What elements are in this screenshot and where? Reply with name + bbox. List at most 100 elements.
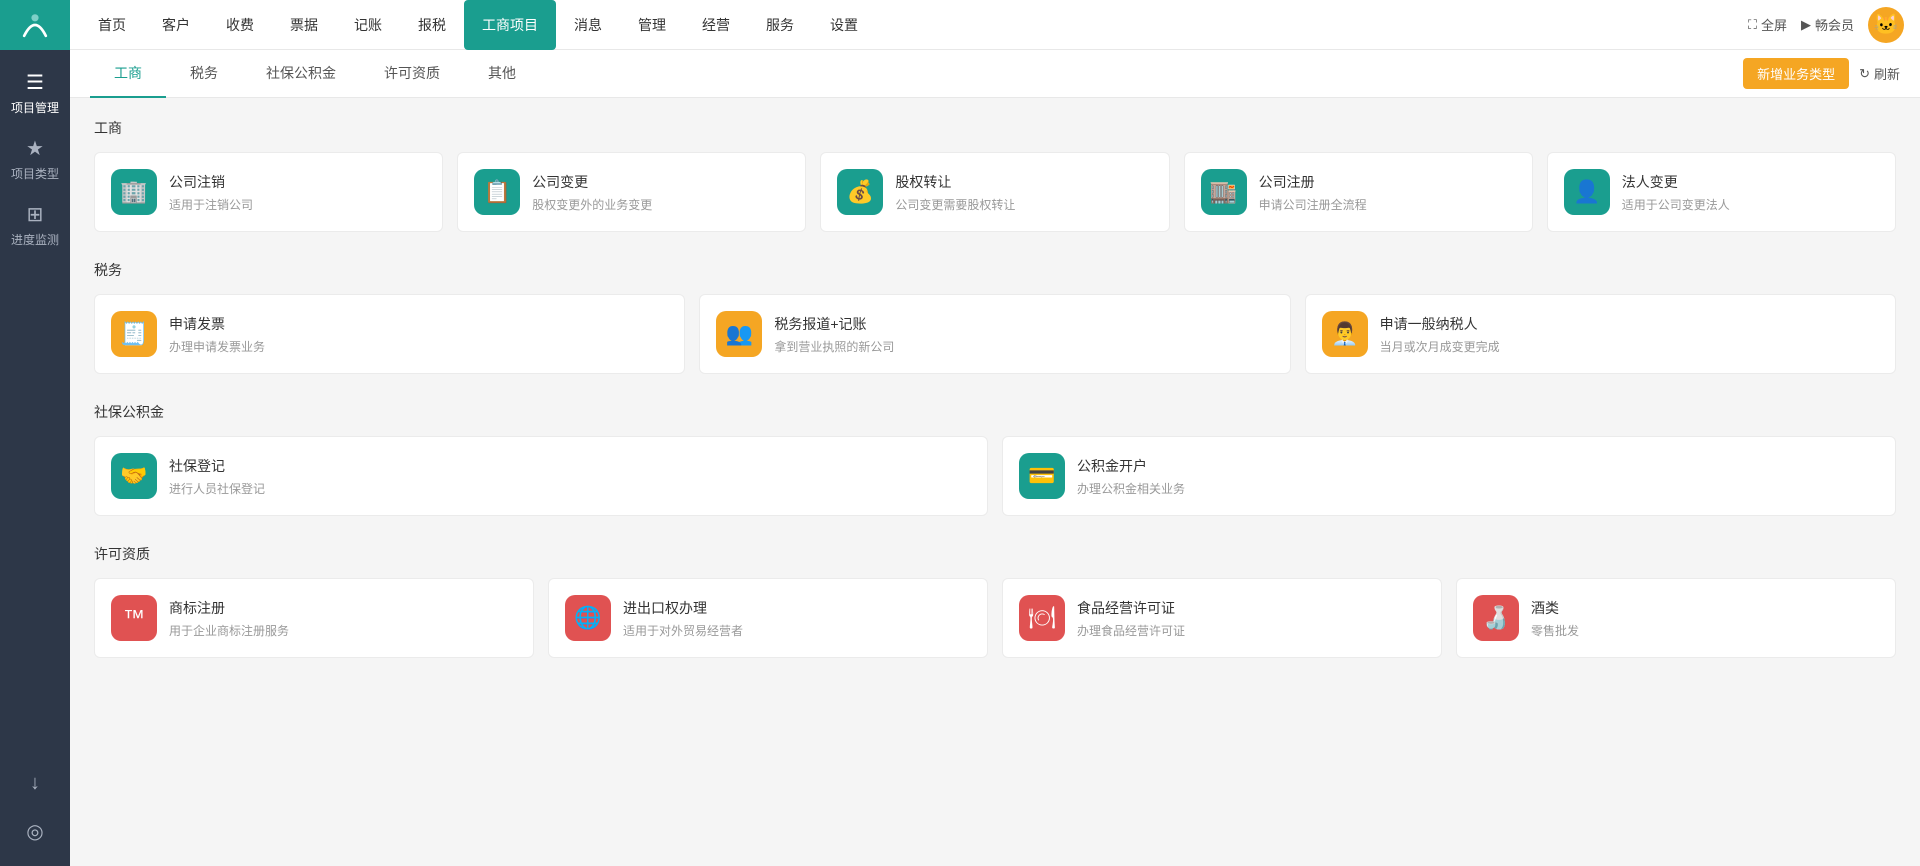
card-shuiwu-1[interactable]: 👥税务报道+记账拿到营业执照的新公司 <box>699 294 1290 374</box>
card-text-进出口权办理: 进出口权办理适用于对外贸易经营者 <box>623 598 743 639</box>
tab-item-工商[interactable]: 工商 <box>90 50 166 98</box>
card-icon-法人变更: 👤 <box>1564 169 1610 215</box>
cards-grid-xuke: ™ 商标注册用于企业商标注册服务 🌐 进出口权办理适用于对外贸易经营者 🍽食品经营许可证… <box>94 578 1896 658</box>
card-desc-股权转让: 公司变更需要股权转让 <box>895 196 1015 213</box>
card-gongshang-3[interactable]: 🏬公司注册申请公司注册全流程 <box>1184 152 1533 232</box>
card-icon-申请一般纳税人: 👨‍💼 <box>1322 311 1368 357</box>
add-business-type-button[interactable]: 新增业务类型 <box>1743 58 1849 89</box>
refresh-button[interactable]: ↻ 刷新 <box>1859 64 1900 83</box>
card-text-股权转让: 股权转让公司变更需要股权转让 <box>895 172 1015 213</box>
card-desc-公司变更: 股权变更外的业务变更 <box>532 196 652 213</box>
card-gongshang-2[interactable]: 💰股权转让公司变更需要股权转让 <box>820 152 1169 232</box>
card-title-商标注册: 商标注册 <box>169 598 289 618</box>
card-xuke-3[interactable]: 🍶 酒类零售批发 <box>1456 578 1896 658</box>
card-title-公司变更: 公司变更 <box>532 172 652 192</box>
sidebar-item-project-management[interactable]: ☰ 项目管理 <box>0 60 70 126</box>
sidebar-item-label-project-type: 项目类型 <box>11 165 59 182</box>
tab-item-社保公积金[interactable]: 社保公积金 <box>242 50 360 98</box>
refresh-icon: ↻ <box>1859 66 1870 82</box>
card-title-税务报道+记账: 税务报道+记账 <box>774 314 894 334</box>
nav-item-报税[interactable]: 报税 <box>400 0 464 50</box>
card-icon-社保登记: 🤝 <box>111 453 157 499</box>
tab-item-许可资质[interactable]: 许可资质 <box>360 50 464 98</box>
card-icon-公积金开户: 💳 <box>1019 453 1065 499</box>
cards-grid-shuiwu: 🧾 申请发票办理申请发票业务 👥税务报道+记账拿到营业执照的新公司 👨‍💼 申请一般纳税… <box>94 294 1896 374</box>
card-gongshang-4[interactable]: 👤 法人变更适用于公司变更法人 <box>1547 152 1896 232</box>
nav-item-设置[interactable]: 设置 <box>812 0 876 50</box>
card-icon-申请发票: 🧾 <box>111 311 157 357</box>
card-desc-公司注册: 申请公司注册全流程 <box>1259 196 1367 213</box>
card-desc-酒类: 零售批发 <box>1531 622 1579 639</box>
section-gongshang: 工商 🏢公司注销适用于注销公司📋公司变更股权变更外的业务变更💰股权转让公司变更需… <box>94 118 1896 232</box>
card-title-申请发票: 申请发票 <box>169 314 265 334</box>
card-shebao-0[interactable]: 🤝 社保登记进行人员社保登记 <box>94 436 988 516</box>
nav-item-客户[interactable]: 客户 <box>144 0 208 50</box>
card-title-食品经营许可证: 食品经营许可证 <box>1077 598 1185 618</box>
fullscreen-button[interactable]: ⛶ 全屏 <box>1748 15 1787 34</box>
card-title-酒类: 酒类 <box>1531 598 1579 618</box>
card-title-社保登记: 社保登记 <box>169 456 265 476</box>
card-text-申请发票: 申请发票办理申请发票业务 <box>169 314 265 355</box>
fullscreen-label: 全屏 <box>1761 15 1787 34</box>
nav-item-首页[interactable]: 首页 <box>80 0 144 50</box>
sidebar-item-label-project-management: 项目管理 <box>11 99 59 116</box>
card-shuiwu-2[interactable]: 👨‍💼申请一般纳税人当月或次月成变更完成 <box>1305 294 1896 374</box>
progress-monitor-icon: ⊞ <box>27 202 44 227</box>
logo <box>0 0 70 50</box>
card-desc-食品经营许可证: 办理食品经营许可证 <box>1077 622 1185 639</box>
card-icon-商标注册: ™ <box>111 595 157 641</box>
top-nav: 首页客户收费票据记账报税工商项目消息管理经营服务设置 ⛶ 全屏 ▶ 畅会员 🐱 <box>0 0 1920 50</box>
card-text-商标注册: 商标注册用于企业商标注册服务 <box>169 598 289 639</box>
cards-grid-shebao: 🤝 社保登记进行人员社保登记 💳 公积金开户办理公积金相关业务 <box>94 436 1896 516</box>
nav-item-记账[interactable]: 记账 <box>336 0 400 50</box>
sidebar-item-progress-monitor[interactable]: ⊞ 进度监测 <box>0 192 70 258</box>
card-icon-公司注销: 🏢 <box>111 169 157 215</box>
card-title-法人变更: 法人变更 <box>1622 172 1730 192</box>
card-icon-进出口权办理: 🌐 <box>565 595 611 641</box>
card-gongshang-0[interactable]: 🏢 公司注销适用于注销公司 <box>94 152 443 232</box>
tab-item-其他[interactable]: 其他 <box>464 50 540 98</box>
fullscreen-icon: ⛶ <box>1748 17 1757 33</box>
section-title-shuiwu: 税务 <box>94 260 1896 280</box>
nav-item-收费[interactable]: 收费 <box>208 0 272 50</box>
nav-item-票据[interactable]: 票据 <box>272 0 336 50</box>
card-desc-法人变更: 适用于公司变更法人 <box>1622 196 1730 213</box>
card-text-公司注销: 公司注销适用于注销公司 <box>169 172 253 213</box>
card-icon-公司变更: 📋 <box>474 169 520 215</box>
card-desc-公司注销: 适用于注销公司 <box>169 196 253 213</box>
card-text-酒类: 酒类零售批发 <box>1531 598 1579 639</box>
vip-icon: ▶ <box>1801 17 1811 33</box>
sidebar-item-project-type[interactable]: ★ 项目类型 <box>0 126 70 192</box>
card-xuke-2[interactable]: 🍽食品经营许可证办理食品经营许可证 <box>1002 578 1442 658</box>
vip-button[interactable]: ▶ 畅会员 <box>1801 15 1854 34</box>
card-xuke-1[interactable]: 🌐 进出口权办理适用于对外贸易经营者 <box>548 578 988 658</box>
card-desc-商标注册: 用于企业商标注册服务 <box>169 622 289 639</box>
card-desc-公积金开户: 办理公积金相关业务 <box>1077 480 1185 497</box>
location-icon[interactable]: ◎ <box>18 811 51 852</box>
card-title-股权转让: 股权转让 <box>895 172 1015 192</box>
card-title-申请一般纳税人: 申请一般纳税人 <box>1380 314 1500 334</box>
card-desc-社保登记: 进行人员社保登记 <box>169 480 265 497</box>
nav-item-工商项目[interactable]: 工商项目 <box>464 0 556 50</box>
download-icon[interactable]: ↓ <box>22 764 48 803</box>
card-text-税务报道+记账: 税务报道+记账拿到营业执照的新公司 <box>774 314 894 355</box>
card-text-公司注册: 公司注册申请公司注册全流程 <box>1259 172 1367 213</box>
card-shuiwu-0[interactable]: 🧾 申请发票办理申请发票业务 <box>94 294 685 374</box>
card-shebao-1[interactable]: 💳 公积金开户办理公积金相关业务 <box>1002 436 1896 516</box>
tab-actions: 新增业务类型 ↻ 刷新 <box>1743 58 1900 89</box>
nav-item-管理[interactable]: 管理 <box>620 0 684 50</box>
scroll-content: 工商 🏢公司注销适用于注销公司📋公司变更股权变更外的业务变更💰股权转让公司变更需… <box>70 98 1920 866</box>
card-xuke-0[interactable]: ™ 商标注册用于企业商标注册服务 <box>94 578 534 658</box>
nav-item-消息[interactable]: 消息 <box>556 0 620 50</box>
card-gongshang-1[interactable]: 📋 公司变更股权变更外的业务变更 <box>457 152 806 232</box>
sidebar-top: ☰ 项目管理 ★ 项目类型 ⊞ 进度监测 <box>0 60 70 258</box>
card-title-公司注销: 公司注销 <box>169 172 253 192</box>
refresh-label: 刷新 <box>1874 64 1900 83</box>
vip-label: 畅会员 <box>1815 15 1854 34</box>
card-text-公积金开户: 公积金开户办理公积金相关业务 <box>1077 456 1185 497</box>
sidebar-bottom: ↓ ◎ <box>18 764 51 866</box>
nav-item-服务[interactable]: 服务 <box>748 0 812 50</box>
card-icon-酒类: 🍶 <box>1473 595 1519 641</box>
nav-item-经营[interactable]: 经营 <box>684 0 748 50</box>
tab-item-税务[interactable]: 税务 <box>166 50 242 98</box>
